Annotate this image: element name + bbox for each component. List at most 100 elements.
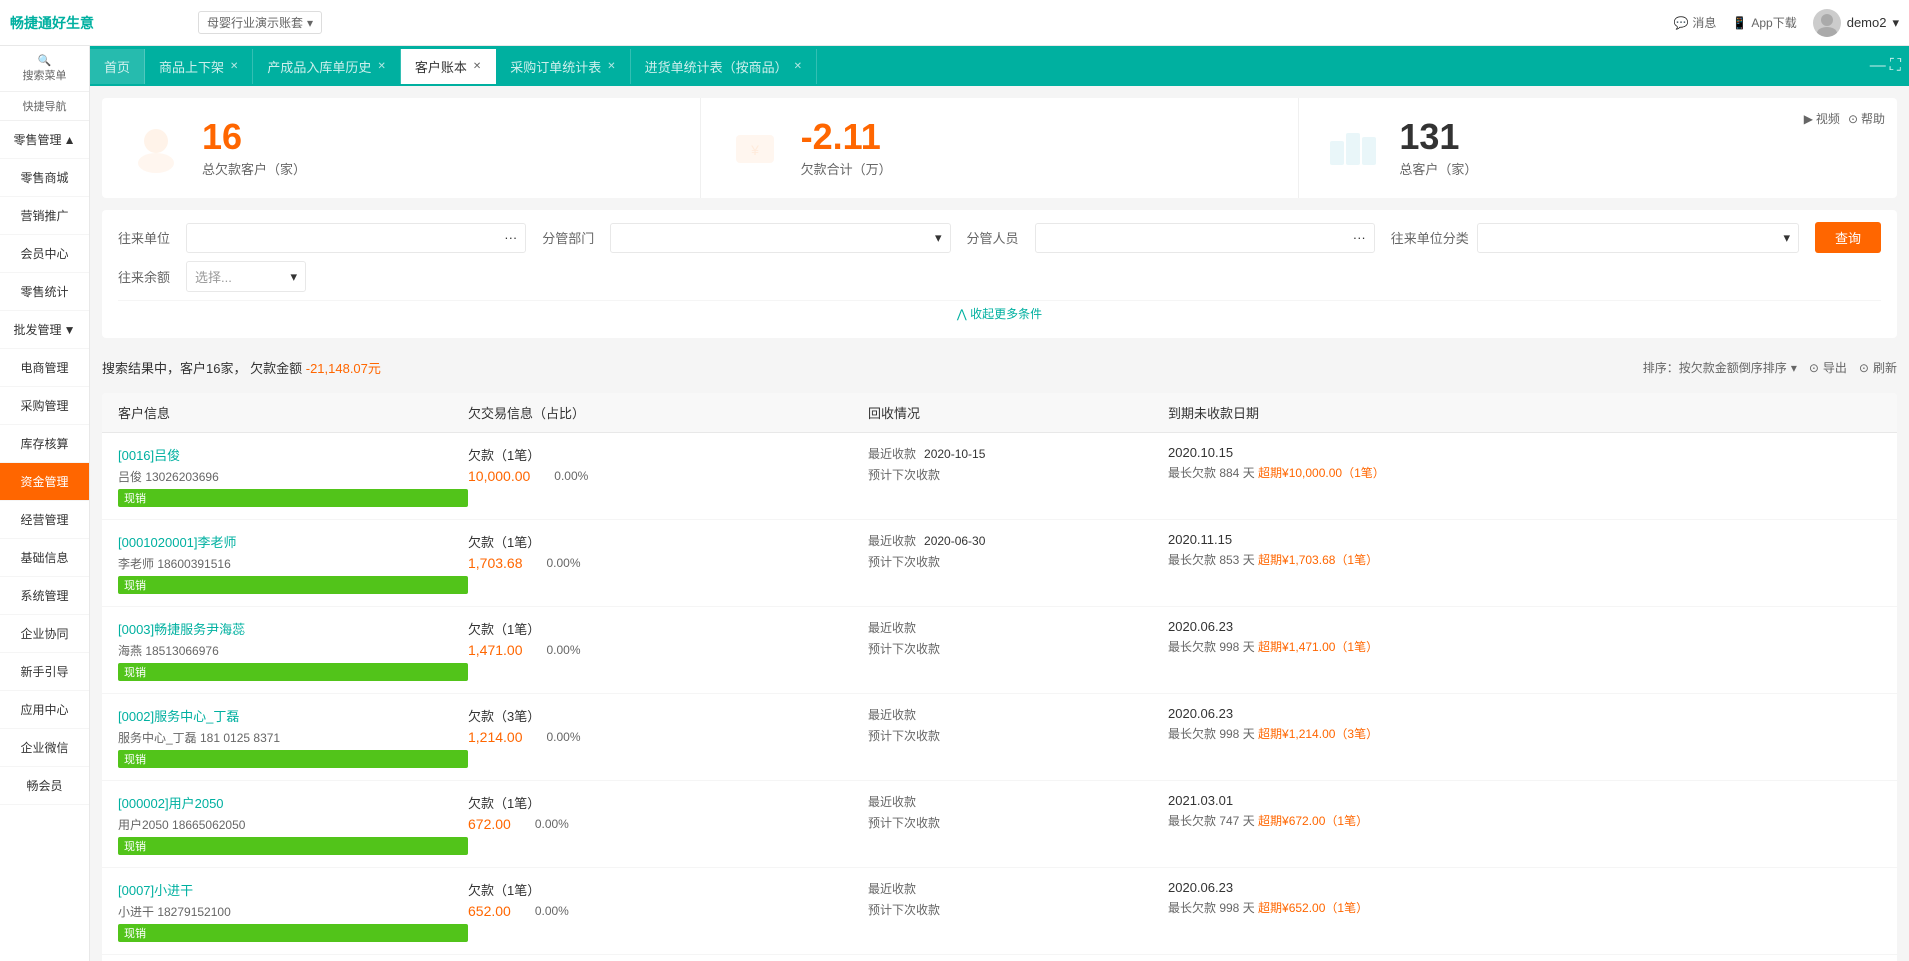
beginner-guide-label: 新手引导 (20, 665, 68, 679)
video-button[interactable]: ▶ 视频 (1804, 110, 1840, 127)
operations-label: 经营管理 (20, 513, 68, 527)
recovery-info-4: 最近收款 预计下次收款 (868, 793, 1168, 831)
tab-product-listing-close[interactable]: ✕ (230, 61, 238, 72)
app-download-button[interactable]: 📱 App下载 (1732, 14, 1796, 31)
sidebar-item-inventory[interactable]: 库存核算 (0, 425, 89, 463)
debt-row-0: 10,000.00 0.00% (468, 468, 868, 484)
sidebar-item-app-center[interactable]: 应用中心 (0, 691, 89, 729)
tab-customer-ledger-close[interactable]: ✕ (473, 61, 481, 72)
customer-name-2[interactable]: [0003]畅捷服务尹海蕊 (118, 619, 468, 638)
tab-purchase-goods-summary[interactable]: 进货单统计表（按商品） ✕ (631, 49, 817, 84)
overdue-amount-link-2[interactable]: 超期¥1,471.00（1笔） (1258, 640, 1378, 654)
refresh-button[interactable]: ⊙ 刷新 (1859, 359, 1897, 376)
debt-count-4: 欠款（1笔） (468, 793, 868, 812)
stat-info-total-customers: 131 总客户（家） (1399, 119, 1873, 178)
stat-icon-total-customers (1323, 118, 1383, 178)
sidebar-item-member-center[interactable]: 会员中心 (0, 235, 89, 273)
sidebar-item-ecommerce[interactable]: 电商管理 (0, 349, 89, 387)
debt-percent-1: 0.00% (547, 556, 581, 570)
branch-dept-input[interactable]: ▾ (610, 223, 950, 253)
message-button[interactable]: 💬 消息 (1673, 14, 1716, 31)
help-button[interactable]: ⊙ 帮助 (1848, 110, 1885, 127)
sidebar-quick-nav[interactable]: 快捷导航 (0, 92, 89, 121)
sort-button[interactable]: 排序：按欠款金额倒序排序 ▾ (1643, 359, 1797, 376)
sidebar-item-retail-store[interactable]: 零售商城 (0, 159, 89, 197)
customer-name-3[interactable]: [0002]服务中心_丁磊 (118, 706, 468, 725)
stat-label-total: 欠款合计（万） (801, 159, 1275, 178)
sidebar-item-system[interactable]: 系统管理 (0, 577, 89, 615)
export-button[interactable]: ⊙ 导出 (1809, 359, 1847, 376)
sidebar-item-operations[interactable]: 经营管理 (0, 501, 89, 539)
debt-amount-0: 10,000.00 (468, 468, 530, 484)
tab-product-listing[interactable]: 商品上下架 ✕ (145, 49, 253, 84)
stat-number-owed: 16 (202, 119, 676, 155)
overdue-days-4: 最长欠款 747 天 超期¥672.00（1笔） (1168, 812, 1881, 829)
sidebar-search-label: 搜索菜单 (6, 67, 83, 83)
source-unit-input[interactable]: ··· (186, 223, 526, 253)
tab-customer-ledger[interactable]: 客户账本 ✕ (401, 49, 496, 84)
next-collection-label-1: 预计下次收款 (868, 553, 1168, 570)
overdue-date-0: 2020.10.15 (1168, 445, 1881, 460)
overdue-amount-link-1[interactable]: 超期¥1,703.68（1笔） (1258, 553, 1378, 567)
last-collection-label-3: 最近收款 (868, 706, 916, 723)
branch-person-input[interactable]: ··· (1035, 223, 1375, 253)
sidebar-item-enterprise-wechat[interactable]: 企业微信 (0, 729, 89, 767)
tab-maximize-button[interactable]: ⛶ (1890, 57, 1901, 75)
tab-production-history[interactable]: 产成品入库单历史 ✕ (253, 49, 400, 84)
debt-row-4: 672.00 0.00% (468, 816, 868, 832)
sidebar-item-member[interactable]: 畅会员 (0, 767, 89, 805)
search-button[interactable]: 查询 (1815, 222, 1881, 253)
unit-class-input[interactable]: ▾ (1477, 223, 1799, 253)
balance-select[interactable]: 选择... ▾ (186, 261, 306, 292)
member-center-label: 会员中心 (20, 247, 68, 261)
customer-info-4: [000002]用户2050 用户2050 18665062050 现销 (118, 793, 468, 855)
overdue-amount-link-4[interactable]: 超期¥672.00（1笔） (1258, 814, 1368, 828)
recovery-info-1: 最近收款 2020-06-30 预计下次收款 (868, 532, 1168, 570)
user-arrow-icon: ▾ (1892, 15, 1899, 31)
overdue-amount-link-3[interactable]: 超期¥1,214.00（3笔） (1258, 727, 1378, 741)
sidebar-item-purchase[interactable]: 采购管理 (0, 387, 89, 425)
customer-name-5[interactable]: [0007]小进干 (118, 880, 468, 899)
customer-tag-0: 现销 (118, 489, 468, 507)
sidebar-item-basic-info[interactable]: 基础信息 (0, 539, 89, 577)
collapse-bar[interactable]: ⋀ 收起更多条件 (118, 300, 1881, 326)
store-selector[interactable]: 母婴行业演示账套 ▾ (198, 11, 322, 34)
tab-purchase-goods-close[interactable]: ✕ (794, 61, 802, 72)
next-collection-label-4: 预计下次收款 (868, 814, 1168, 831)
sidebar-item-retail-management[interactable]: 零售管理 ▲ (0, 121, 89, 159)
sidebar-item-marketing[interactable]: 营销推广 (0, 197, 89, 235)
tab-purchase-summary-close[interactable]: ✕ (607, 61, 615, 72)
sidebar-item-wholesale-management[interactable]: 批发管理 ▼ (0, 311, 89, 349)
customer-info-5: [0007]小进干 小进干 18279152100 现销 (118, 880, 468, 942)
tab-minimize-button[interactable]: — (1870, 57, 1886, 75)
last-collection-label-0: 最近收款 (868, 445, 916, 462)
overdue-days-3: 最长欠款 998 天 超期¥1,214.00（3笔） (1168, 725, 1881, 742)
tab-home[interactable]: 首页 (90, 49, 145, 84)
customer-name-4[interactable]: [000002]用户2050 (118, 793, 468, 812)
user-area[interactable]: demo2 ▾ (1813, 9, 1899, 37)
avatar (1813, 9, 1841, 37)
stat-card-total-customers: 131 总客户（家） ▶ 视频 ⊙ 帮助 (1299, 98, 1897, 198)
sidebar-item-finance[interactable]: 资金管理 (0, 463, 89, 501)
top-bar: 畅捷通好生意 母婴行业演示账套 ▾ 💬 消息 📱 App下载 demo2 ▾ (0, 0, 1909, 46)
overdue-amount-link-5[interactable]: 超期¥652.00（1笔） (1258, 901, 1368, 915)
tab-production-history-close[interactable]: ✕ (377, 61, 385, 72)
recovery-info-5: 最近收款 预计下次收款 (868, 880, 1168, 918)
tab-purchase-summary[interactable]: 采购订单统计表 ✕ (496, 49, 630, 84)
customer-name-0[interactable]: [0016]吕俊 (118, 445, 468, 464)
sidebar-item-enterprise-collab[interactable]: 企业协同 (0, 615, 89, 653)
last-collection-label-5: 最近收款 (868, 880, 916, 897)
sidebar-item-retail-stats[interactable]: 零售统计 (0, 273, 89, 311)
sidebar-search[interactable]: 🔍 搜索菜单 (0, 46, 89, 92)
customer-name-1[interactable]: [0001020001]李老师 (118, 532, 468, 551)
purchase-label: 采购管理 (20, 399, 68, 413)
sidebar-item-beginner-guide[interactable]: 新手引导 (0, 653, 89, 691)
video-label: 视频 (1816, 110, 1840, 127)
stat-card-total-owed: ¥ -2.11 欠款合计（万） (701, 98, 1300, 198)
overdue-amount-link-0[interactable]: 超期¥10,000.00（1笔） (1258, 466, 1385, 480)
table-row: [000002]用户2050 用户2050 18665062050 现销 欠款（… (102, 781, 1897, 868)
basic-info-label: 基础信息 (20, 551, 68, 565)
debt-row-1: 1,703.68 0.00% (468, 555, 868, 571)
balance-label: 往来余额 (118, 267, 178, 286)
tab-customer-ledger-label: 客户账本 (415, 57, 467, 76)
